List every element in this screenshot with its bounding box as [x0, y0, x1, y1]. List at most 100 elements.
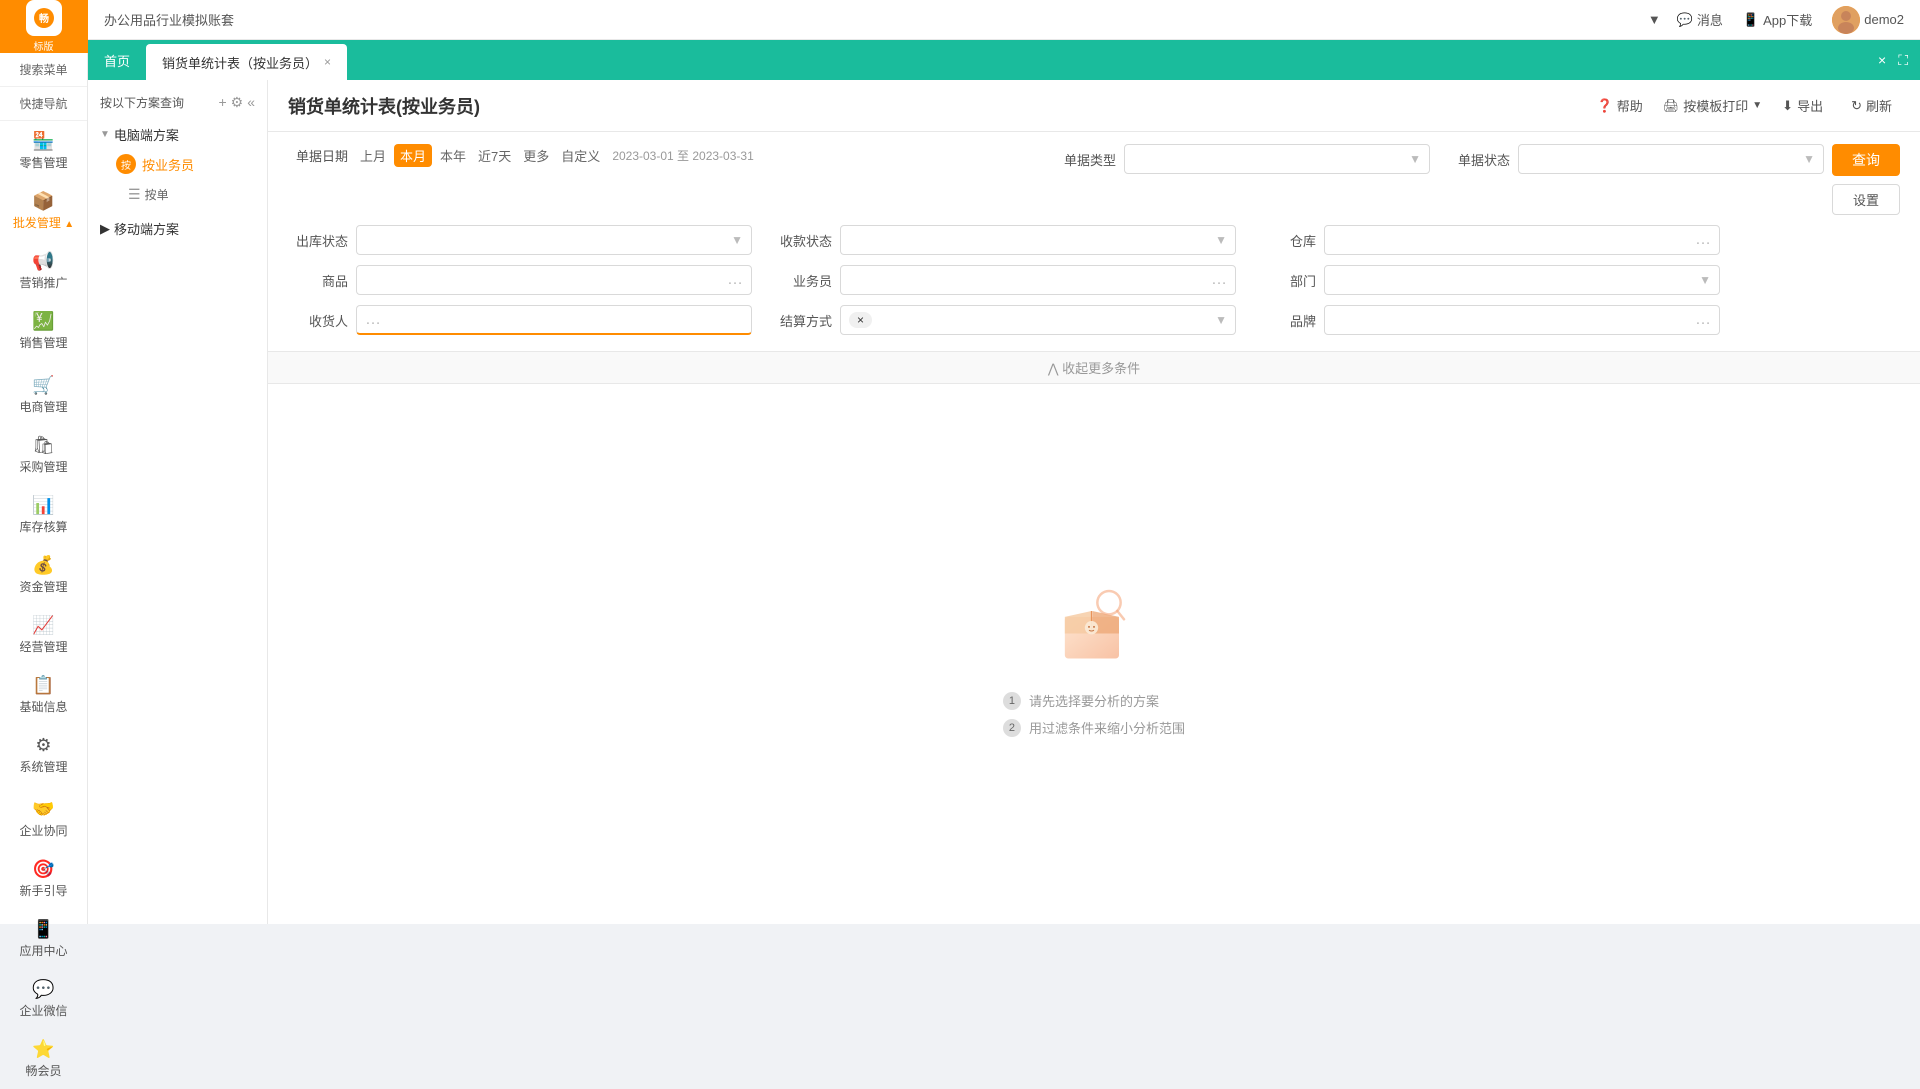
left-panel-icons: + ⚙ « — [218, 94, 255, 111]
receipt-status-label: 收款状态 — [772, 231, 832, 250]
page-actions: ❓ 帮助 🖨 按模板打印 ▼ ⬇ 导出 ↻ 刷新 — [1589, 92, 1900, 119]
help-button[interactable]: ❓ 帮助 — [1589, 92, 1651, 119]
department-label: 部门 — [1256, 271, 1316, 290]
sidebar: 畅 标版 搜索菜单 快捷导航 🏪 零售管理 📦 批发管理 ▲ 📢 营销推广 💹 … — [0, 0, 88, 924]
salesperson-scheme-item[interactable]: 按 按业务员 — [88, 148, 267, 180]
message-icon: 💬 — [1677, 12, 1693, 28]
out-status-select[interactable]: ▼ — [356, 225, 752, 255]
sidebar-item-newbie[interactable]: 🎯 新手引导 — [0, 849, 87, 909]
empty-tips: 1 请先选择要分析的方案 2 用过滤条件来缩小分析范围 — [1003, 691, 1185, 737]
sidebar-item-inventory[interactable]: 📊 库存核算 — [0, 485, 87, 545]
user-menu[interactable]: demo2 — [1832, 6, 1904, 34]
warehouse-input[interactable]: … — [1324, 225, 1720, 255]
search-menu-button[interactable]: 搜索菜单 — [0, 53, 87, 87]
settings-scheme-button[interactable]: ⚙ — [231, 94, 244, 111]
settings-button[interactable]: 设置 — [1832, 184, 1900, 215]
sidebar-item-member[interactable]: ⭐ 畅会员 — [0, 1029, 87, 1089]
settlement-tag: × — [849, 312, 872, 328]
collapse-bar[interactable]: ⋀ 收起更多条件 — [268, 352, 1920, 384]
app-download-button[interactable]: 📱 App下载 — [1743, 10, 1812, 29]
message-button[interactable]: 💬 消息 — [1677, 10, 1723, 29]
doc-type-select[interactable]: ▼ — [1124, 144, 1430, 174]
date-last-month[interactable]: 上月 — [356, 144, 390, 167]
quick-nav-button[interactable]: 快捷导航 — [0, 87, 87, 121]
by-order-sub-item[interactable]: ☰ 按单 — [88, 180, 267, 209]
sidebar-item-system[interactable]: ⚙ 系统管理 — [0, 725, 87, 785]
mobile-scheme-group[interactable]: ▶ 移动端方案 — [88, 213, 267, 244]
logo-icon: 畅 — [26, 0, 62, 36]
operation-icon: 📈 — [0, 615, 87, 636]
brand-input[interactable]: … — [1324, 305, 1720, 335]
add-scheme-button[interactable]: + — [218, 94, 226, 111]
marketing-icon: 📢 — [0, 251, 87, 272]
date-this-year[interactable]: 本年 — [436, 144, 470, 167]
brand-label: 品牌 — [1256, 311, 1316, 330]
query-button[interactable]: 查询 — [1832, 144, 1900, 176]
consignee-input[interactable]: … — [356, 305, 752, 335]
member-icon: ⭐ — [0, 1039, 87, 1060]
department-select[interactable]: ▼ — [1324, 265, 1720, 295]
date-this-month[interactable]: 本月 — [394, 144, 432, 167]
wechat-icon: 💬 — [0, 979, 87, 1000]
tab-minimize-button[interactable]: × — [1878, 52, 1886, 68]
sidebar-item-wechat[interactable]: 💬 企业微信 — [0, 969, 87, 1029]
left-panel: 按以下方案查询 + ⚙ « ▼ 电脑端方案 按 按业务员 ☰ 按单 — [88, 80, 268, 924]
goods-input[interactable]: … — [356, 265, 752, 295]
logo-text: 标版 — [34, 38, 54, 53]
export-icon: ⬇ — [1782, 98, 1793, 114]
salesperson-input[interactable]: … — [840, 265, 1236, 295]
mobile-group-arrow-icon: ▶ — [100, 221, 110, 237]
receipt-status-select[interactable]: ▼ — [840, 225, 1236, 255]
consignee-dots-icon: … — [365, 311, 381, 329]
date-7days[interactable]: 近7天 — [474, 144, 515, 167]
date-custom[interactable]: 自定义 — [557, 144, 604, 167]
content-area: 按以下方案查询 + ⚙ « ▼ 电脑端方案 按 按业务员 ☰ 按单 — [88, 80, 1920, 924]
doc-status-select[interactable]: ▼ — [1518, 144, 1824, 174]
settlement-select[interactable]: × ▼ — [840, 305, 1236, 335]
page-header: 销货单统计表(按业务员) ❓ 帮助 🖨 按模板打印 ▼ ⬇ 导出 — [268, 80, 1920, 132]
sidebar-item-wholesale[interactable]: 📦 批发管理 ▲ — [0, 181, 87, 241]
date-filter: 上月 本月 本年 近7天 更多 自定义 2023-03-01 至 2023-03… — [356, 144, 1036, 167]
print-button[interactable]: 🖨 按模板打印 ▼ — [1663, 96, 1762, 115]
date-label: 单据日期 — [288, 146, 348, 165]
newbie-icon: 🎯 — [0, 859, 87, 880]
sidebar-item-marketing[interactable]: 📢 营销推广 — [0, 241, 87, 301]
sidebar-item-enterprise[interactable]: 🤝 企业协同 — [0, 789, 87, 849]
warehouse-dots-icon: … — [1695, 231, 1711, 249]
tab-close-button[interactable]: × — [324, 55, 331, 69]
salesperson-circle-icon: 按 — [116, 154, 136, 174]
settlement-label: 结算方式 — [772, 311, 832, 330]
sidebar-item-appcenter[interactable]: 📱 应用中心 — [0, 909, 87, 969]
tab-active[interactable]: 销货单统计表（按业务员） × — [146, 44, 347, 80]
sidebar-item-sales[interactable]: 💹 销售管理 — [0, 301, 87, 361]
collapse-panel-button[interactable]: « — [247, 94, 255, 111]
sidebar-item-purchase[interactable]: 🛍 采购管理 — [0, 425, 87, 485]
sidebar-item-retail[interactable]: 🏪 零售管理 — [0, 121, 87, 181]
goods-label: 商品 — [288, 271, 348, 290]
out-status-label: 出库状态 — [288, 231, 348, 250]
group-arrow-icon: ▼ — [100, 129, 110, 140]
basic-icon: 📋 — [0, 675, 87, 696]
doc-status-label: 单据状态 — [1450, 150, 1510, 169]
tab-home[interactable]: 首页 — [88, 40, 146, 80]
empty-tip-2: 2 用过滤条件来缩小分析范围 — [1003, 718, 1185, 737]
finance-icon: 💰 — [0, 555, 87, 576]
date-range-display: 2023-03-01 至 2023-03-31 — [612, 147, 753, 164]
app-dropdown[interactable]: ▼ — [1648, 12, 1661, 27]
settlement-chevron-icon: ▼ — [1215, 313, 1227, 327]
desktop-scheme-group[interactable]: ▼ 电脑端方案 — [88, 121, 267, 148]
sidebar-item-basic[interactable]: 📋 基础信息 — [0, 665, 87, 725]
tip-num-1: 1 — [1003, 692, 1021, 710]
sidebar-item-ecommerce[interactable]: 🛒 电商管理 — [0, 365, 87, 425]
refresh-button[interactable]: ↻ 刷新 — [1843, 92, 1900, 119]
wholesale-icon: 📦 — [0, 191, 87, 212]
date-more[interactable]: 更多 — [519, 144, 553, 167]
doc-type-chevron-icon: ▼ — [1409, 152, 1421, 166]
sidebar-item-finance[interactable]: 💰 资金管理 — [0, 545, 87, 605]
export-button[interactable]: ⬇ 导出 — [1774, 92, 1831, 119]
empty-icon — [1044, 571, 1144, 671]
tab-maximize-button[interactable]: ⛶ — [1898, 52, 1908, 69]
settlement-tag-close[interactable]: × — [857, 313, 864, 327]
sidebar-item-operation[interactable]: 📈 经营管理 — [0, 605, 87, 665]
refresh-icon: ↻ — [1851, 98, 1862, 114]
